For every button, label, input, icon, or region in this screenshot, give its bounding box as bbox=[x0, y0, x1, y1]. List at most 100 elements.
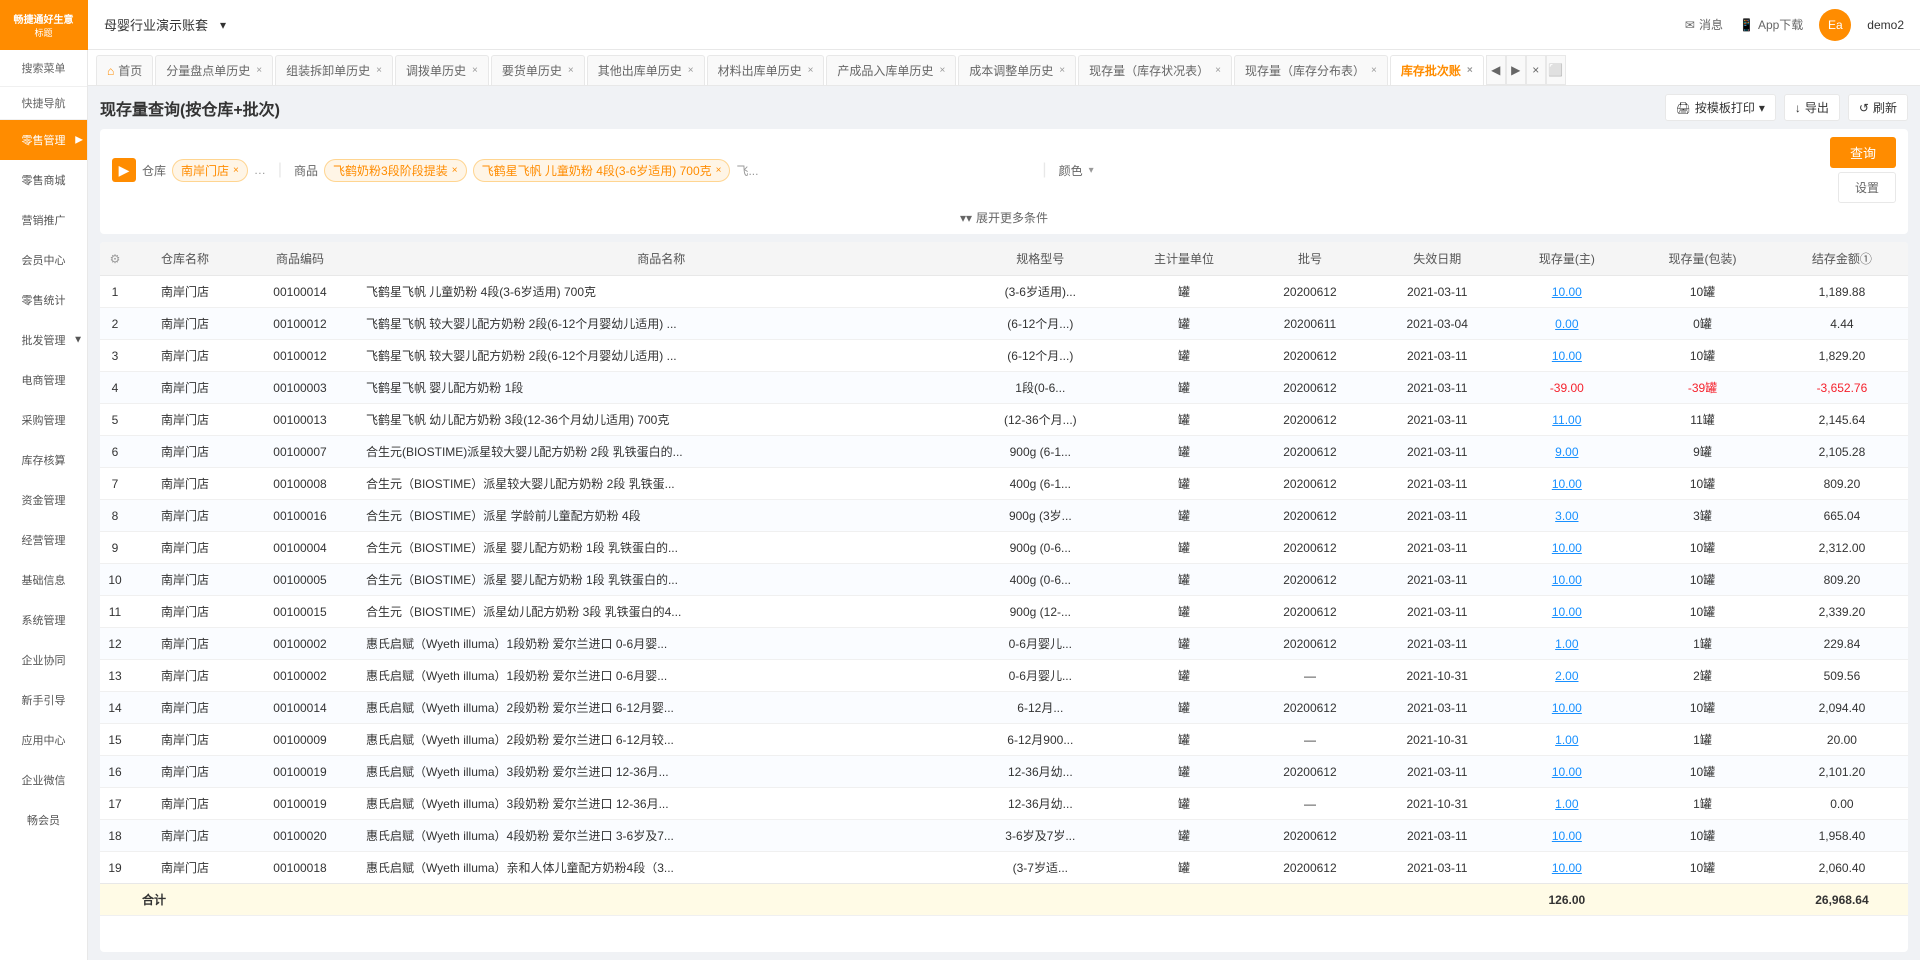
sidebar-item-enterprise[interactable]: 企业协同 bbox=[0, 640, 87, 680]
row-amount: 2,339.20 bbox=[1776, 596, 1908, 628]
tab-xiancunliang2[interactable]: 现存量（库存分布表） × bbox=[1234, 55, 1388, 85]
sidebar-item-ecommerce[interactable]: 电商管理 bbox=[0, 360, 87, 400]
row-qty-main[interactable]: 10.00 bbox=[1504, 820, 1629, 852]
row-qty-main[interactable]: 10.00 bbox=[1504, 756, 1629, 788]
row-name: 合生元（BIOSTIME）派星 婴儿配方奶粉 1段 乳铁蛋白的... bbox=[360, 564, 963, 596]
sidebar-item-basic-info[interactable]: 基础信息 bbox=[0, 560, 87, 600]
row-qty-main[interactable]: 10.00 bbox=[1504, 276, 1629, 308]
sidebar-search-btn[interactable]: 搜索菜单 bbox=[0, 50, 87, 87]
tab-qitachuku[interactable]: 其他出库单历史 × bbox=[587, 55, 705, 85]
tab-nav-left[interactable]: ◀ bbox=[1486, 55, 1506, 85]
row-qty-main[interactable]: 1.00 bbox=[1504, 628, 1629, 660]
warehouse-tag[interactable]: 南岸门店 × bbox=[172, 159, 248, 182]
tab-nav-right[interactable]: ▶ bbox=[1506, 55, 1526, 85]
sidebar-item-member-center[interactable]: 会员中心 bbox=[0, 240, 87, 280]
row-qty-main[interactable]: 1.00 bbox=[1504, 788, 1629, 820]
sidebar-item-procurement[interactable]: 采购管理 bbox=[0, 400, 87, 440]
username[interactable]: demo2 bbox=[1867, 18, 1904, 32]
warehouse-tag-remove[interactable]: × bbox=[233, 165, 239, 176]
row-qty-main[interactable]: 10.00 bbox=[1504, 692, 1629, 724]
row-code: 00100008 bbox=[240, 468, 360, 500]
goods-tag-1-remove[interactable]: × bbox=[452, 165, 458, 176]
tab-home[interactable]: ⌂ 首页 bbox=[96, 55, 153, 85]
tab-fenliang[interactable]: 分量盘点单历史 × bbox=[155, 55, 273, 85]
color-expand-icon[interactable]: ▾ bbox=[1089, 165, 1094, 176]
row-qty-main[interactable]: 0.00 bbox=[1504, 308, 1629, 340]
expand-more-conditions[interactable]: ▾▾ 展开更多条件 bbox=[112, 209, 1896, 226]
company-dropdown-icon[interactable]: ▾ bbox=[220, 18, 226, 32]
row-qty-main[interactable]: 10.00 bbox=[1504, 852, 1629, 884]
close-icon[interactable]: × bbox=[939, 65, 945, 76]
sidebar-item-retail-stats[interactable]: 零售统计 bbox=[0, 280, 87, 320]
tab-xiancunliang1[interactable]: 现存量（库存状况表） × bbox=[1078, 55, 1232, 85]
row-batch: 20200612 bbox=[1250, 756, 1370, 788]
tab-diaob[interactable]: 调拨单历史 × bbox=[395, 55, 489, 85]
close-icon[interactable]: × bbox=[688, 65, 694, 76]
gear-icon[interactable]: ⚙ bbox=[110, 252, 121, 266]
print-btn[interactable]: 🖨 按模板打印 ▾ bbox=[1665, 94, 1776, 121]
tab-chengben-label: 成本调整单历史 bbox=[969, 62, 1053, 79]
goods-tag-1[interactable]: 飞鹤奶粉3段阶段提装 × bbox=[324, 159, 467, 182]
sidebar-item-guide[interactable]: 新手引导 bbox=[0, 680, 87, 720]
refresh-btn[interactable]: ↺ 刷新 bbox=[1848, 94, 1908, 121]
download-icon: 📱 bbox=[1739, 18, 1754, 32]
sidebar-item-wechat[interactable]: 企业微信 bbox=[0, 760, 87, 800]
row-qty-main[interactable]: 11.00 bbox=[1504, 404, 1629, 436]
close-icon[interactable]: × bbox=[1467, 65, 1473, 76]
close-icon[interactable]: × bbox=[808, 65, 814, 76]
sidebar-item-system[interactable]: 系统管理 bbox=[0, 600, 87, 640]
row-qty-main[interactable]: 10.00 bbox=[1504, 468, 1629, 500]
tab-close-current[interactable]: × bbox=[1526, 55, 1546, 85]
sidebar-item-retail-shop[interactable]: 零售商城 bbox=[0, 160, 87, 200]
tab-zuchuan[interactable]: 组装拆卸单历史 × bbox=[275, 55, 393, 85]
filter-expand-btn[interactable]: ▶ bbox=[112, 158, 136, 182]
sidebar-item-finance[interactable]: 资金管理 bbox=[0, 480, 87, 520]
sidebar-item-wholesale[interactable]: 批发管理 ▼ bbox=[0, 320, 87, 360]
row-qty-main[interactable]: 3.00 bbox=[1504, 500, 1629, 532]
row-qty-pkg: 10罐 bbox=[1629, 532, 1776, 564]
sidebar-item-marketing[interactable]: 营销推广 bbox=[0, 200, 87, 240]
close-icon[interactable]: × bbox=[1371, 65, 1377, 76]
tab-chengben[interactable]: 成本调整单历史 × bbox=[958, 55, 1076, 85]
app-download-btn[interactable]: 📱 App下载 bbox=[1739, 16, 1803, 33]
sidebar-item-retail-management[interactable]: 零售管理 ▶ bbox=[0, 120, 87, 160]
row-warehouse: 南岸门店 bbox=[130, 340, 240, 372]
sidebar-item-member[interactable]: 畅会员 bbox=[0, 800, 87, 840]
close-icon[interactable]: × bbox=[1215, 65, 1221, 76]
col-gear: ⚙ bbox=[100, 242, 130, 276]
setting-button[interactable]: 设置 bbox=[1838, 172, 1896, 203]
close-icon[interactable]: × bbox=[1059, 65, 1065, 76]
goods-more-btn[interactable]: 飞... bbox=[736, 162, 758, 179]
row-warehouse: 南岸门店 bbox=[130, 852, 240, 884]
tab-maximize[interactable]: ⬜ bbox=[1546, 55, 1566, 85]
row-amount: 2,060.40 bbox=[1776, 852, 1908, 884]
goods-tag-2[interactable]: 飞鹤星飞帆 儿童奶粉 4段(3-6岁适用) 700克 × bbox=[473, 159, 731, 182]
filter-more-btn[interactable]: … bbox=[254, 163, 266, 177]
row-qty-main[interactable]: 10.00 bbox=[1504, 564, 1629, 596]
row-qty-main[interactable]: 10.00 bbox=[1504, 340, 1629, 372]
row-qty-pkg: 10罐 bbox=[1629, 564, 1776, 596]
query-button[interactable]: 查询 bbox=[1830, 137, 1896, 168]
row-qty-main[interactable]: 10.00 bbox=[1504, 596, 1629, 628]
tab-kucun-batch[interactable]: 库存批次账 × bbox=[1390, 55, 1484, 85]
user-avatar[interactable]: Ea bbox=[1819, 9, 1851, 41]
tab-chanpin[interactable]: 产成品入库单历史 × bbox=[826, 55, 956, 85]
message-btn[interactable]: ✉ 消息 bbox=[1685, 16, 1723, 33]
table-row: 16 南岸门店 00100019 惠氏启赋（Wyeth illuma）3段奶粉 … bbox=[100, 756, 1908, 788]
tab-yaohuo[interactable]: 要货单历史 × bbox=[491, 55, 585, 85]
row-qty-main[interactable]: 10.00 bbox=[1504, 532, 1629, 564]
close-icon[interactable]: × bbox=[256, 65, 262, 76]
row-qty-main[interactable]: 2.00 bbox=[1504, 660, 1629, 692]
close-icon[interactable]: × bbox=[568, 65, 574, 76]
close-icon[interactable]: × bbox=[376, 65, 382, 76]
sidebar-quick-nav[interactable]: 快捷导航 bbox=[0, 87, 87, 120]
export-btn[interactable]: ↓ 导出 bbox=[1784, 94, 1840, 121]
sidebar-item-app-center[interactable]: 应用中心 bbox=[0, 720, 87, 760]
tab-cailiao[interactable]: 材料出库单历史 × bbox=[707, 55, 825, 85]
row-qty-main[interactable]: 9.00 bbox=[1504, 436, 1629, 468]
sidebar-item-inventory[interactable]: 库存核算 bbox=[0, 440, 87, 480]
goods-tag-2-remove[interactable]: × bbox=[716, 165, 722, 176]
row-qty-main[interactable]: 1.00 bbox=[1504, 724, 1629, 756]
sidebar-item-operation[interactable]: 经营管理 bbox=[0, 520, 87, 560]
close-icon[interactable]: × bbox=[472, 65, 478, 76]
